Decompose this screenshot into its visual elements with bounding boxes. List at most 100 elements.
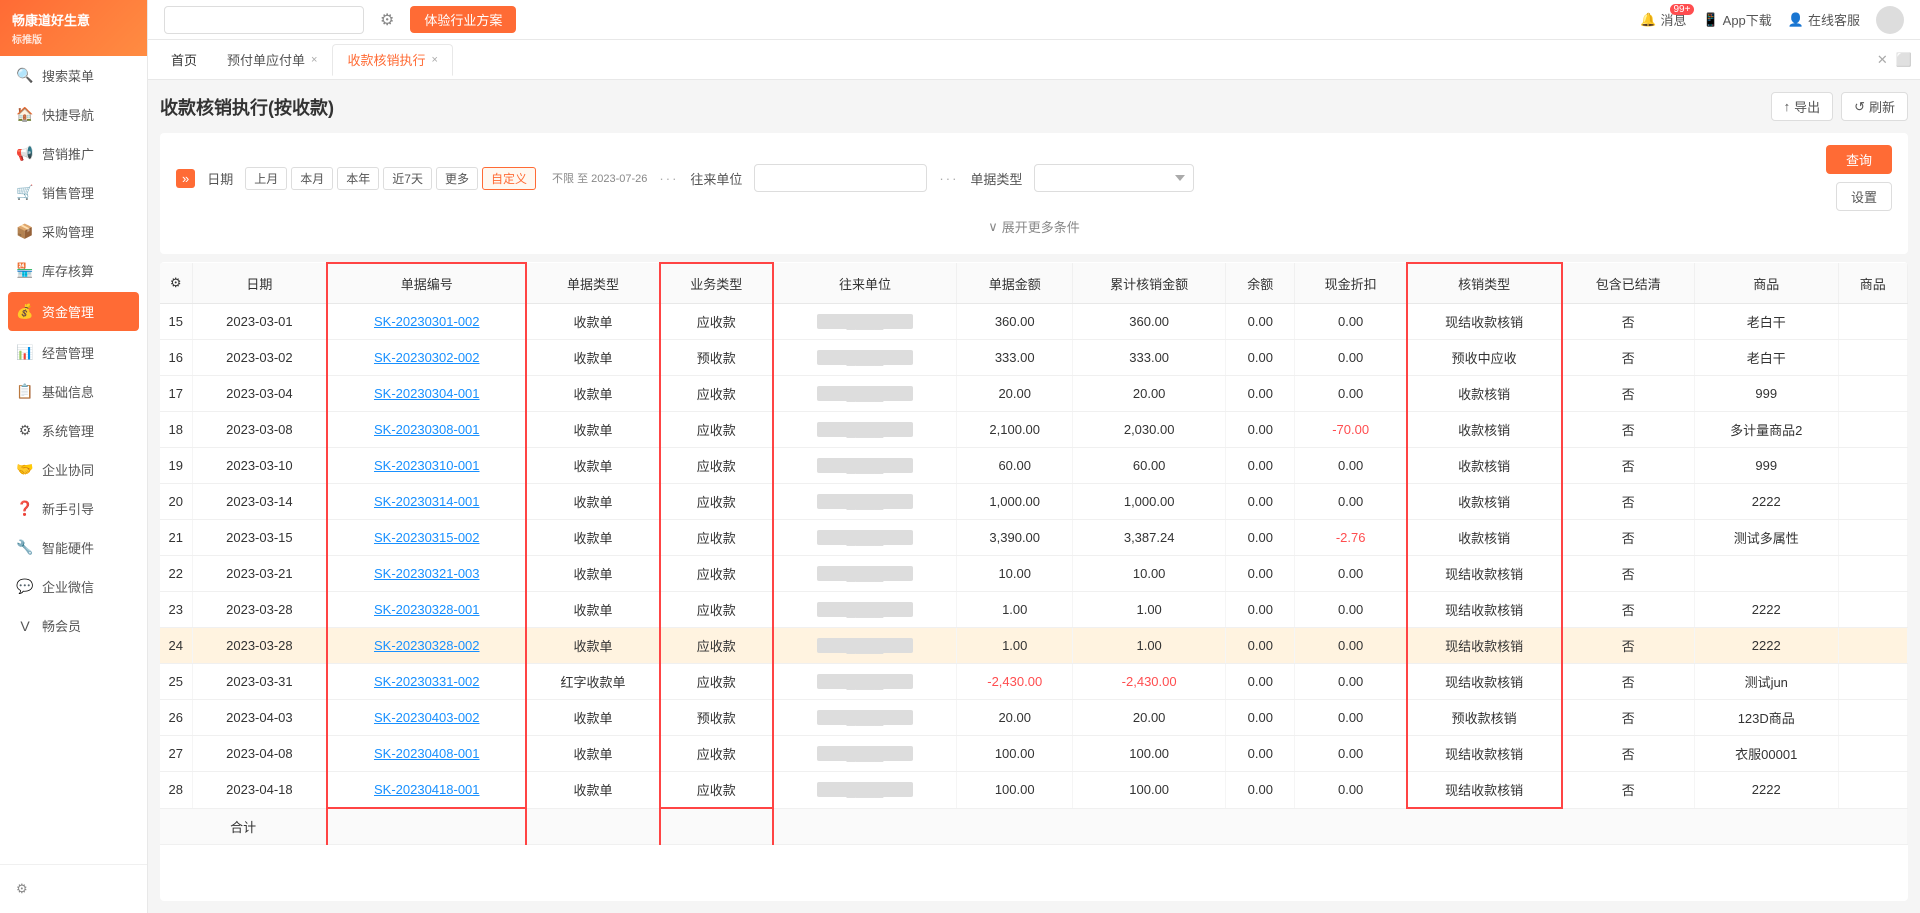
- sidebar-item-weixin[interactable]: 💬 企业微信: [0, 567, 147, 606]
- tab-prepayment[interactable]: 预付单应付单 ×: [212, 44, 332, 76]
- cell-included: 否: [1562, 664, 1695, 700]
- code-link[interactable]: SK-20230304-001: [374, 386, 480, 401]
- tab-writeoff[interactable]: 收款核销执行 ×: [332, 44, 452, 76]
- code-link[interactable]: SK-20230403-002: [374, 710, 480, 725]
- sidebar-item-inventory[interactable]: 🏪 库存核算: [0, 251, 147, 290]
- marketing-icon: 📢: [16, 145, 34, 163]
- code-link[interactable]: SK-20230314-001: [374, 494, 480, 509]
- cell-accum-amount: 10.00: [1073, 556, 1226, 592]
- sidebar-item-newbie[interactable]: ❓ 新手引导: [0, 489, 147, 528]
- counterpart-input[interactable]: [754, 164, 927, 192]
- user-avatar[interactable]: [1876, 6, 1904, 34]
- cell-cash-discount: 0.00: [1295, 376, 1407, 412]
- page-actions: ↑ 导出 ↺ 刷新: [1771, 92, 1908, 121]
- home-icon: 🏠: [16, 106, 34, 124]
- sidebar-item-finance[interactable]: 💰 资金管理: [8, 292, 139, 331]
- code-link[interactable]: SK-20230408-001: [374, 746, 480, 761]
- sidebar-item-marketing[interactable]: 📢 营销推广: [0, 134, 147, 173]
- close-all-icon[interactable]: ✕: [1877, 52, 1888, 68]
- maximize-icon[interactable]: ⬜: [1896, 52, 1912, 68]
- refresh-button[interactable]: ↺ 刷新: [1841, 92, 1908, 121]
- code-link[interactable]: SK-20230321-003: [374, 566, 480, 581]
- voucher-type-select[interactable]: 收款单 红字收款单: [1034, 164, 1194, 192]
- code-link[interactable]: SK-20230301-002: [374, 314, 480, 329]
- date-btn-prev-month[interactable]: 上月: [245, 167, 287, 190]
- cell-product1: 2222: [1694, 628, 1838, 664]
- date-btn-7days[interactable]: 近7天: [383, 167, 432, 190]
- cell-biz-type: 应收款: [660, 592, 773, 628]
- code-link[interactable]: SK-20230308-001: [374, 422, 480, 437]
- sidebar-item-hardware[interactable]: 🔧 智能硬件: [0, 528, 147, 567]
- cell-amount: 1,000.00: [957, 484, 1073, 520]
- online-service-button[interactable]: 👤 在线客服: [1788, 10, 1860, 29]
- sidebar-item-purchase[interactable]: 📦 采购管理: [0, 212, 147, 251]
- cell-id: 24: [160, 628, 192, 664]
- cell-balance: 0.00: [1226, 376, 1295, 412]
- cell-balance: 0.00: [1226, 700, 1295, 736]
- sidebar-item-label: 畅会员: [42, 616, 81, 635]
- solution-button[interactable]: 体验行业方案: [410, 6, 516, 33]
- expand-more-btn[interactable]: ∨ 展开更多条件: [176, 211, 1892, 242]
- sidebar-item-operations[interactable]: 📊 经营管理: [0, 333, 147, 372]
- code-link[interactable]: SK-20230328-001: [374, 602, 480, 617]
- sidebar-item-nav[interactable]: 🏠 快捷导航: [0, 95, 147, 134]
- app-download-button[interactable]: 📱 App下载: [1702, 10, 1771, 29]
- code-link[interactable]: SK-20230331-002: [374, 674, 480, 689]
- col-writeoff-type: 核销类型: [1407, 263, 1562, 304]
- col-date: 日期: [192, 263, 327, 304]
- cell-biz-type: 应收款: [660, 376, 773, 412]
- sidebar-item-member[interactable]: V 畅会员: [0, 606, 147, 645]
- sidebar-item-sales[interactable]: 🛒 销售管理: [0, 173, 147, 212]
- cell-included: 否: [1562, 304, 1695, 340]
- tab-close-writeoff[interactable]: ×: [431, 54, 437, 66]
- code-link[interactable]: SK-20230310-001: [374, 458, 480, 473]
- cell-voucher-type: 红字收款单: [526, 664, 660, 700]
- cell-voucher-type: 收款单: [526, 556, 660, 592]
- cell-biz-type: 应收款: [660, 736, 773, 772]
- code-link[interactable]: SK-20230302-002: [374, 350, 480, 365]
- export-button[interactable]: ↑ 导出: [1771, 92, 1834, 121]
- sidebar-item-label: 基础信息: [42, 382, 94, 401]
- topbar-search-input[interactable]: [164, 6, 364, 34]
- messages-button[interactable]: 🔔 消息 99+: [1640, 10, 1686, 29]
- cell-code: SK-20230403-002: [327, 700, 526, 736]
- total-code: [327, 808, 526, 844]
- date-btn-custom[interactable]: 自定义: [482, 167, 536, 190]
- cell-balance: 0.00: [1226, 340, 1295, 376]
- col-cash-discount: 现金折扣: [1295, 263, 1407, 304]
- col-balance: 余额: [1226, 263, 1295, 304]
- sidebar-item-basic-info[interactable]: 📋 基础信息: [0, 372, 147, 411]
- cell-product2: [1838, 592, 1907, 628]
- cell-date: 2023-04-03: [192, 700, 327, 736]
- sidebar-item-collab[interactable]: 🤝 企业协同: [0, 450, 147, 489]
- code-link[interactable]: SK-20230315-002: [374, 530, 480, 545]
- cell-id: 17: [160, 376, 192, 412]
- date-btn-this-year[interactable]: 本年: [337, 167, 379, 190]
- settings-button[interactable]: 设置: [1836, 182, 1892, 211]
- filter-expand-btn[interactable]: »: [176, 169, 195, 188]
- table-row: 16 2023-03-02 SK-20230302-002 收款单 预收款 ██…: [160, 340, 1908, 376]
- query-button[interactable]: 查询: [1826, 145, 1892, 174]
- tab-home[interactable]: 首页: [156, 44, 212, 76]
- topbar-gear-icon[interactable]: ⚙: [380, 10, 394, 30]
- cell-accum-amount: 2,030.00: [1073, 412, 1226, 448]
- date-btn-this-month[interactable]: 本月: [291, 167, 333, 190]
- code-link[interactable]: SK-20230418-001: [374, 782, 480, 797]
- sidebar-settings[interactable]: ⚙: [0, 873, 147, 905]
- col-settings[interactable]: ⚙: [160, 263, 192, 304]
- cell-product1: 2222: [1694, 592, 1838, 628]
- cell-product2: [1838, 412, 1907, 448]
- sidebar-item-system[interactable]: ⚙ 系统管理: [0, 411, 147, 450]
- cell-id: 18: [160, 412, 192, 448]
- sidebar-item-search[interactable]: 🔍 搜索菜单: [0, 56, 147, 95]
- code-link[interactable]: SK-20230328-002: [374, 638, 480, 653]
- cell-voucher-type: 收款单: [526, 484, 660, 520]
- date-btn-more[interactable]: 更多: [436, 167, 478, 190]
- cell-writeoff-type: 现结收款核销: [1407, 772, 1562, 809]
- cell-voucher-type: 收款单: [526, 304, 660, 340]
- cell-id: 23: [160, 592, 192, 628]
- sidebar-item-label: 新手引导: [42, 499, 94, 518]
- cell-counterpart: ████: [773, 304, 957, 340]
- query-actions: 查询 设置: [1826, 145, 1892, 211]
- tab-close-prepayment[interactable]: ×: [311, 54, 317, 66]
